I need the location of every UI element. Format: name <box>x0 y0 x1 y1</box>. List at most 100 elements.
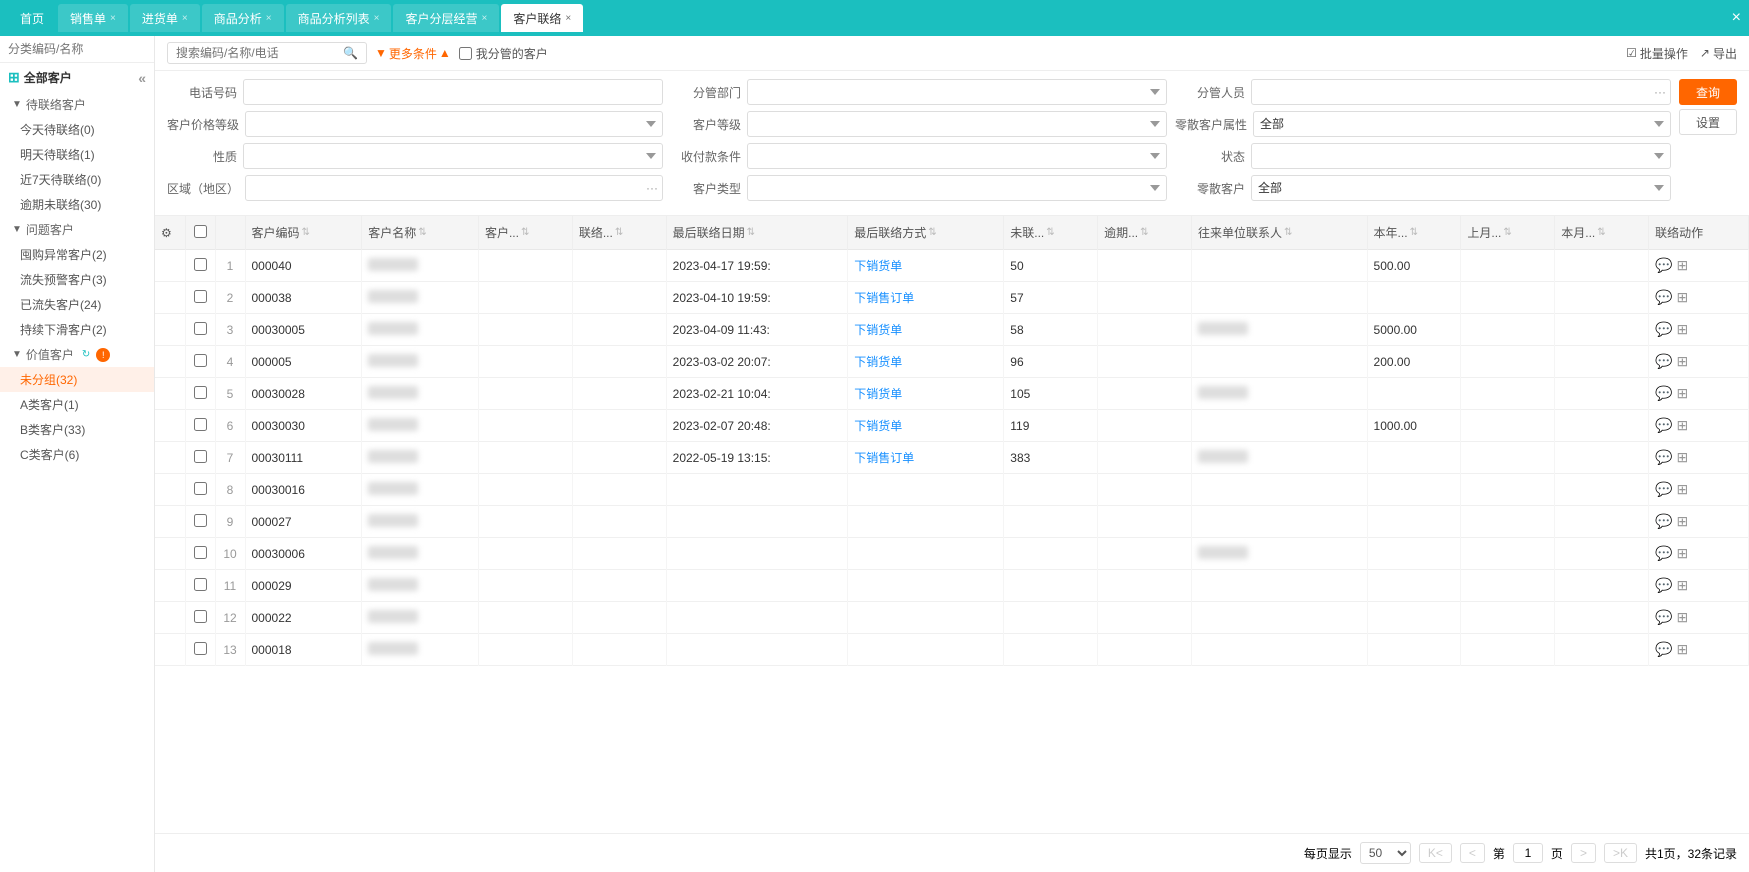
sidebar-item-churned[interactable]: 已流失客户(24) <box>0 292 154 317</box>
lastmonth-sort-icon[interactable]: ⇅ <box>1503 227 1511 238</box>
value-customer-group[interactable]: ▼ 价值客户 ↻ ! <box>0 342 154 367</box>
last-contact-way-cell[interactable] <box>848 506 1004 538</box>
phone-filter-input[interactable] <box>243 79 663 105</box>
sidebar-item-today-pending[interactable]: 今天待联络(0) <box>0 117 154 142</box>
person-filter-input[interactable]: ··· <box>1251 79 1671 105</box>
retail-attr-select[interactable]: 全部 <box>1253 111 1671 137</box>
sidebar-item-class-b[interactable]: B类客户(33) <box>0 417 154 442</box>
refresh-icon[interactable]: ↻ <box>82 349 90 360</box>
contact-way-link[interactable]: 下销货单 <box>854 323 902 337</box>
contact-person-column-header[interactable]: 往来单位联系人 ⇅ <box>1191 216 1367 250</box>
row-checkbox-cell[interactable] <box>185 602 215 634</box>
nature-select[interactable] <box>243 143 663 169</box>
last-contact-way-cell[interactable]: 下销售订单 <box>848 442 1004 474</box>
last-page-button[interactable]: >K <box>1604 843 1637 863</box>
row-checkbox[interactable] <box>194 354 207 367</box>
date-sort-icon[interactable]: ⇅ <box>747 227 755 238</box>
last-contact-way-cell[interactable] <box>848 538 1004 570</box>
more-action-icon[interactable]: ⊞ <box>1677 353 1689 370</box>
message-action-icon[interactable]: 💬 <box>1655 289 1672 306</box>
dept-filter-select[interactable] <box>747 79 1167 105</box>
search-icon[interactable]: 🔍 <box>343 46 358 60</box>
row-checkbox-cell[interactable] <box>185 346 215 378</box>
row-checkbox[interactable] <box>194 482 207 495</box>
row-checkbox[interactable] <box>194 642 207 655</box>
overdue-sort-icon[interactable]: ⇅ <box>1140 227 1148 238</box>
customer-level-select[interactable] <box>747 111 1167 137</box>
nav-tab-analysis[interactable]: 商品分析 × <box>202 4 284 32</box>
price-level-select[interactable] <box>245 111 663 137</box>
window-close-icon[interactable]: × <box>1732 9 1741 27</box>
sidebar-item-declining[interactable]: 持续下滑客户(2) <box>0 317 154 342</box>
more-action-icon[interactable]: ⊞ <box>1677 321 1689 338</box>
row-checkbox[interactable] <box>194 386 207 399</box>
nav-tab-analysis-list[interactable]: 商品分析列表 × <box>286 4 392 32</box>
row-checkbox[interactable] <box>194 450 207 463</box>
close-analysis-list-tab-icon[interactable]: × <box>374 13 380 24</box>
last-contact-way-cell[interactable]: 下销货单 <box>848 250 1004 282</box>
person-input-field[interactable] <box>1252 85 1650 99</box>
row-checkbox[interactable] <box>194 418 207 431</box>
row-checkbox-cell[interactable] <box>185 474 215 506</box>
contact-column-header[interactable]: 联络... ⇅ <box>572 216 666 250</box>
thisyear-sort-icon[interactable]: ⇅ <box>1410 227 1418 238</box>
message-action-icon[interactable]: 💬 <box>1655 577 1672 594</box>
export-button[interactable]: ↗ 导出 <box>1700 45 1737 62</box>
row-checkbox-cell[interactable] <box>185 634 215 666</box>
close-analysis-tab-icon[interactable]: × <box>266 13 272 24</box>
no-contact-column-header[interactable]: 未联... ⇅ <box>1004 216 1098 250</box>
region-input-field[interactable] <box>246 181 642 195</box>
row-checkbox[interactable] <box>194 322 207 335</box>
pending-contact-group[interactable]: ▼ 待联络客户 <box>0 92 154 117</box>
batch-operation-button[interactable]: ☑ 批量操作 <box>1626 45 1688 62</box>
row-checkbox-cell[interactable] <box>185 314 215 346</box>
more-action-icon[interactable]: ⊞ <box>1677 385 1689 402</box>
next-page-button[interactable]: > <box>1571 843 1596 863</box>
my-customer-filter[interactable]: 我分管的客户 <box>459 45 548 62</box>
contact-way-link[interactable]: 下销售订单 <box>854 451 914 465</box>
more-action-icon[interactable]: ⊞ <box>1677 577 1689 594</box>
row-checkbox-cell[interactable] <box>185 250 215 282</box>
nav-tab-purchase[interactable]: 进货单 × <box>130 4 200 32</box>
first-page-button[interactable]: K< <box>1419 843 1452 863</box>
nav-tab-customer-segment[interactable]: 客户分层经营 × <box>393 4 499 32</box>
sidebar-collapse-button[interactable]: « <box>138 70 146 86</box>
more-action-icon[interactable]: ⊞ <box>1677 417 1689 434</box>
page-size-select[interactable]: 50 20 100 <box>1360 842 1411 864</box>
row-checkbox-cell[interactable] <box>185 506 215 538</box>
name-sort-icon[interactable]: ⇅ <box>418 227 426 238</box>
contact-way-link[interactable]: 下销货单 <box>854 355 902 369</box>
last-contact-way-cell[interactable]: 下销售订单 <box>848 282 1004 314</box>
last-contact-way-cell[interactable]: 下销货单 <box>848 314 1004 346</box>
payment-select[interactable] <box>747 143 1167 169</box>
type-sort-icon[interactable]: ⇅ <box>521 227 529 238</box>
row-checkbox[interactable] <box>194 578 207 591</box>
last-month-column-header[interactable]: 上月... ⇅ <box>1461 216 1555 250</box>
sidebar-item-class-c[interactable]: C类客户(6) <box>0 442 154 467</box>
message-action-icon[interactable]: 💬 <box>1655 417 1672 434</box>
this-year-column-header[interactable]: 本年... ⇅ <box>1367 216 1461 250</box>
search-input[interactable] <box>176 46 339 60</box>
message-action-icon[interactable]: 💬 <box>1655 481 1672 498</box>
row-checkbox-cell[interactable] <box>185 538 215 570</box>
sidebar-item-hoarding-abnormal[interactable]: 囤购异常客户(2) <box>0 242 154 267</box>
more-action-icon[interactable]: ⊞ <box>1677 609 1689 626</box>
message-action-icon[interactable]: 💬 <box>1655 321 1672 338</box>
sidebar-search-input[interactable] <box>8 42 155 56</box>
sidebar-item-unclassified[interactable]: 未分组(32) <box>0 367 154 392</box>
more-action-icon[interactable]: ⊞ <box>1677 449 1689 466</box>
contact-way-link[interactable]: 下销货单 <box>854 419 902 433</box>
row-checkbox-cell[interactable] <box>185 442 215 474</box>
person-sort-icon[interactable]: ⇅ <box>1284 227 1292 238</box>
nav-tab-customer-contact[interactable]: 客户联络 × <box>501 4 583 32</box>
contact-way-link[interactable]: 下销货单 <box>854 259 902 273</box>
way-sort-icon[interactable]: ⇅ <box>928 227 936 238</box>
last-contact-way-cell[interactable]: 下销货单 <box>848 378 1004 410</box>
row-checkbox[interactable] <box>194 610 207 623</box>
nav-tab-sales[interactable]: 销售单 × <box>58 4 128 32</box>
last-contact-way-cell[interactable] <box>848 634 1004 666</box>
row-checkbox[interactable] <box>194 258 207 271</box>
thismonth-sort-icon[interactable]: ⇅ <box>1597 227 1605 238</box>
prev-page-button[interactable]: < <box>1460 843 1485 863</box>
settings-column-header[interactable]: ⚙ <box>155 216 185 250</box>
